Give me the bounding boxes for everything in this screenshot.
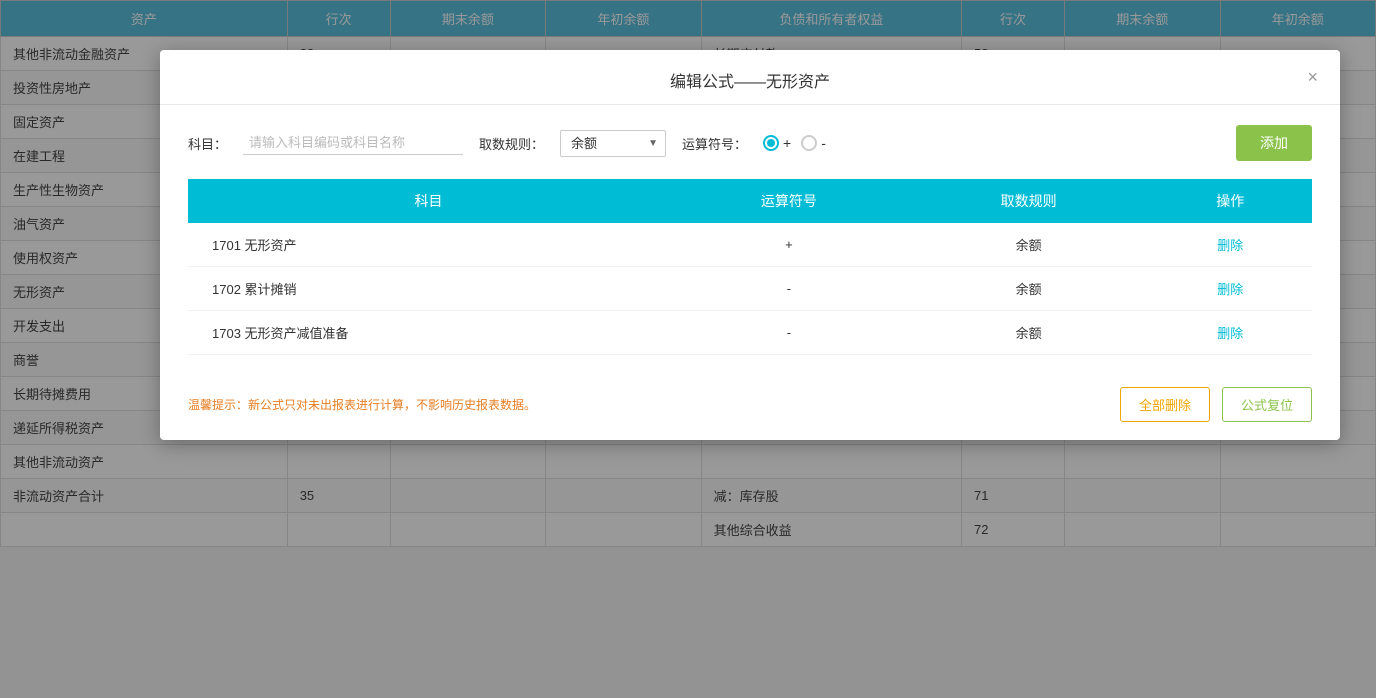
reset-formula-button[interactable]: 公式复位 (1222, 387, 1312, 422)
rule-label: 取数规则： (479, 134, 544, 153)
subject-label: 科目： (188, 134, 227, 153)
formula-row: 1702 累计摊销-余额 删除 (188, 267, 1312, 311)
formula-action: 删除 (1149, 311, 1313, 355)
modal-title: 编辑公式——无形资产 (670, 74, 830, 91)
formula-operator: - (669, 267, 909, 311)
formula-operator: - (669, 311, 909, 355)
formula-row: 1701 无形资产+余额 删除 (188, 223, 1312, 267)
modal-close-button[interactable]: × (1303, 64, 1322, 90)
formula-form-row: 科目： 取数规则： 余额 借方发生额 贷方发生额 期初余额 ▼ 运算符号： + (188, 125, 1312, 161)
formula-action: 删除 (1149, 223, 1313, 267)
formula-rule: 余额 (909, 223, 1149, 267)
operator-label: 运算符号： (682, 134, 747, 153)
col-subject: 科目 (188, 179, 669, 223)
formula-subject: 1701 无形资产 (188, 223, 669, 267)
modal-footer: 温馨提示：新公式只对未出报表进行计算，不影响历史报表数据。 全部删除 公式复位 (160, 371, 1340, 440)
formula-operator: + (669, 223, 909, 267)
formula-rule: 余额 (909, 267, 1149, 311)
operator-minus-radio[interactable]: - (801, 135, 826, 151)
formula-subject: 1702 累计摊销 (188, 267, 669, 311)
modal-body: 科目： 取数规则： 余额 借方发生额 贷方发生额 期初余额 ▼ 运算符号： + (160, 105, 1340, 371)
formula-action: 删除 (1149, 267, 1313, 311)
delete-row-button[interactable]: 删除 (1217, 326, 1243, 341)
col-operator: 运算符号 (669, 179, 909, 223)
edit-formula-modal: 编辑公式——无形资产 × 科目： 取数规则： 余额 借方发生额 贷方发生额 期初… (160, 50, 1340, 440)
plus-label: + (783, 135, 791, 151)
rule-select[interactable]: 余额 借方发生额 贷方发生额 期初余额 (560, 130, 666, 157)
add-button[interactable]: 添加 (1236, 125, 1312, 161)
rule-select-wrapper[interactable]: 余额 借方发生额 贷方发生额 期初余额 ▼ (560, 130, 666, 157)
formula-rule: 余额 (909, 311, 1149, 355)
formula-subject: 1703 无形资产减值准备 (188, 311, 669, 355)
delete-all-button[interactable]: 全部删除 (1120, 387, 1210, 422)
footer-buttons: 全部删除 公式复位 (1120, 387, 1312, 422)
radio-plus-circle (763, 135, 779, 151)
subject-input[interactable] (243, 131, 463, 155)
hint-text: 温馨提示：新公式只对未出报表进行计算，不影响历史报表数据。 (188, 396, 536, 413)
minus-label: - (821, 135, 826, 151)
delete-row-button[interactable]: 删除 (1217, 238, 1243, 253)
formula-table: 科目 运算符号 取数规则 操作 1701 无形资产+余额删除1702 累计摊销-… (188, 179, 1312, 355)
col-action: 操作 (1149, 179, 1313, 223)
radio-minus-circle (801, 135, 817, 151)
col-rule: 取数规则 (909, 179, 1149, 223)
operator-plus-radio[interactable]: + (763, 135, 791, 151)
delete-row-button[interactable]: 删除 (1217, 282, 1243, 297)
formula-row: 1703 无形资产减值准备-余额 删除 (188, 311, 1312, 355)
operator-radio-group: + - (763, 135, 826, 151)
modal-header: 编辑公式——无形资产 × (160, 50, 1340, 105)
